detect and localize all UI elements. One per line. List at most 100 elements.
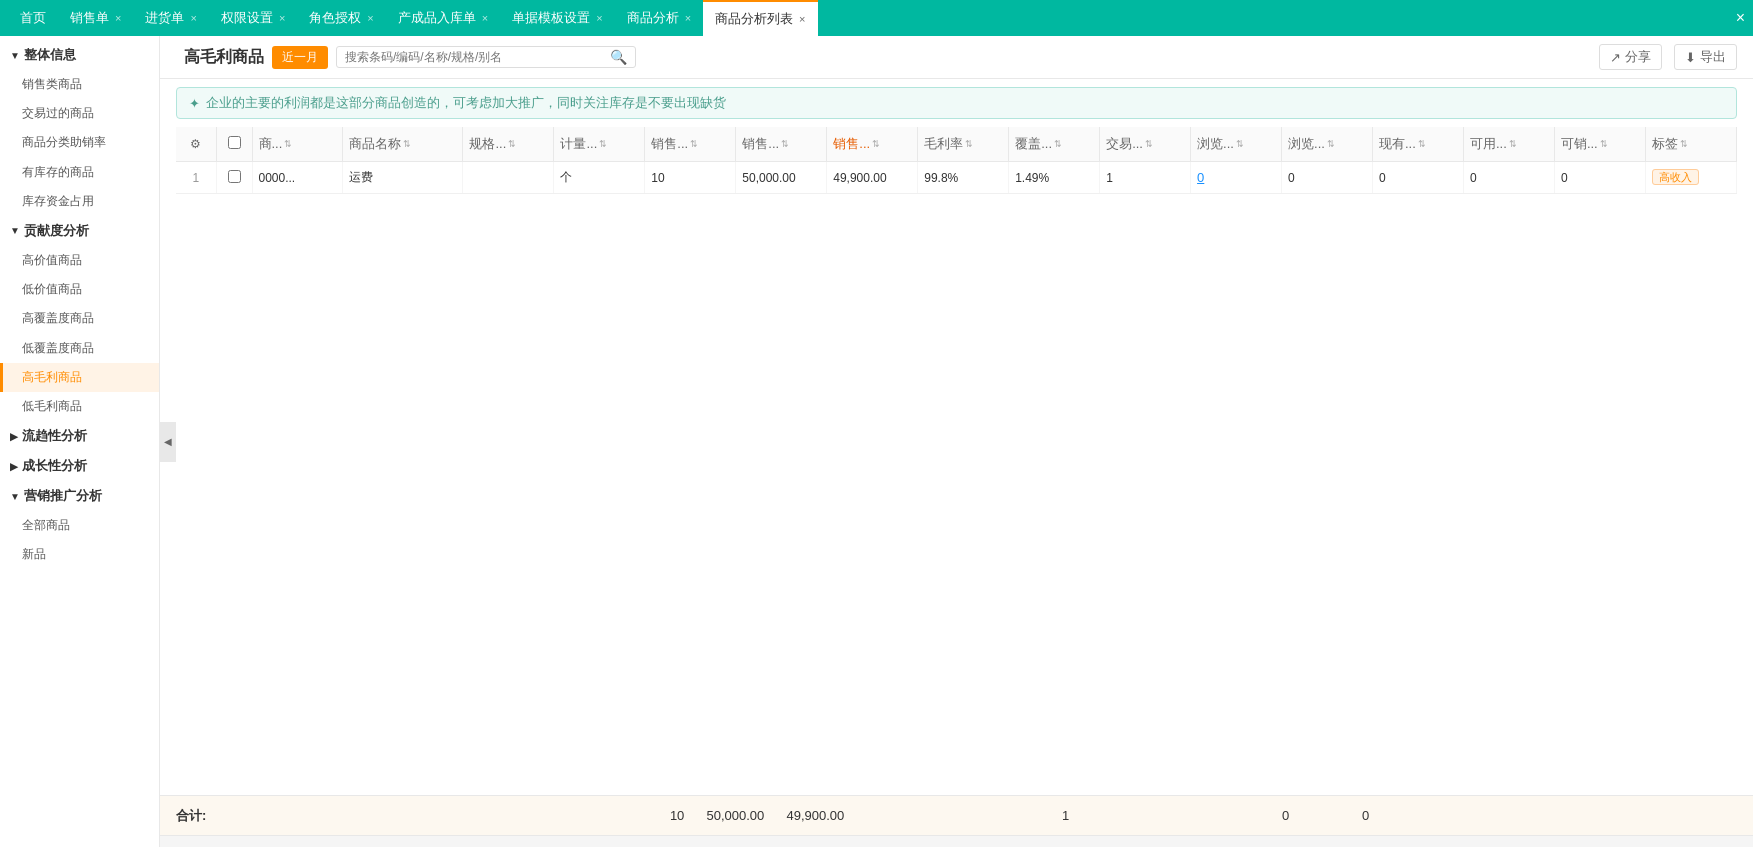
col-code[interactable]: 商...⇅: [252, 127, 343, 162]
row-checkbox[interactable]: [228, 170, 241, 183]
nav-product-analysis[interactable]: 商品分析 ×: [615, 0, 703, 36]
close-product-analysis-list-icon[interactable]: ×: [799, 13, 805, 25]
cell-current: 0: [1372, 162, 1463, 194]
col-view2[interactable]: 浏览...⇅: [1282, 127, 1373, 162]
cell-name[interactable]: 运费: [343, 162, 463, 194]
nav-template[interactable]: 单据模板设置 ×: [500, 0, 614, 36]
share-icon: ↗: [1610, 50, 1621, 65]
table-footer: 合计: 10 50,000.00 49,900.00 1 0 0: [160, 795, 1753, 835]
sidebar-item-in-stock[interactable]: 有库存的商品: [0, 158, 159, 187]
share-button[interactable]: ↗ 分享: [1599, 44, 1662, 70]
col-settings[interactable]: ⚙: [176, 127, 216, 162]
content-area: ◀ 高毛利商品 近一月 🔍 ↗ 分享 ⬇ 导出 ✦ 企: [160, 36, 1753, 847]
cell-tag: 高收入: [1645, 162, 1736, 194]
nav-permission[interactable]: 权限设置 ×: [209, 0, 297, 36]
col-coverage[interactable]: 覆盖...⇅: [1009, 127, 1100, 162]
cell-view1[interactable]: 0: [1191, 162, 1282, 194]
sidebar-section-contribution[interactable]: ▼ 贡献度分析: [0, 216, 159, 246]
sidebar-section-overall[interactable]: ▼ 整体信息: [0, 40, 159, 70]
export-icon: ⬇: [1685, 50, 1696, 65]
sidebar-item-capital[interactable]: 库存资金占用: [0, 187, 159, 216]
alert-text: 企业的主要的利润都是这部分商品创造的，可考虑加大推广，同时关注库存是不要出现缺货: [206, 94, 726, 112]
close-product-analysis-icon[interactable]: ×: [685, 12, 691, 24]
col-tag[interactable]: 标签⇅: [1645, 127, 1736, 162]
sidebar-section-growth[interactable]: ▶ 成长性分析: [0, 451, 159, 481]
footer-current: 0: [1215, 808, 1295, 823]
cell-sales-cost: 49,900.00: [827, 162, 918, 194]
alert-icon: ✦: [189, 96, 200, 111]
sidebar-section-flow[interactable]: ▶ 流趋性分析: [0, 421, 159, 451]
filter-recent-button[interactable]: 近一月: [272, 46, 328, 69]
col-unit[interactable]: 计量...⇅: [554, 127, 645, 162]
arrow-marketing-icon: ▼: [10, 491, 20, 502]
col-checkbox[interactable]: [216, 127, 252, 162]
nav-close-all-button[interactable]: ×: [1736, 9, 1745, 27]
sidebar-item-high-coverage[interactable]: 高覆盖度商品: [0, 304, 159, 333]
cell-available: 0: [1463, 162, 1554, 194]
top-nav: 首页 销售单 × 进货单 × 权限设置 × 角色授权 × 产成品入库单 × 单据…: [0, 0, 1753, 36]
search-box: 🔍: [336, 46, 636, 68]
close-template-icon[interactable]: ×: [596, 12, 602, 24]
table-body: 1 0000... 运费 个 10 50,000.00 49,900.00 99…: [176, 162, 1737, 194]
header-actions: ↗ 分享 ⬇ 导出: [1599, 44, 1737, 70]
close-product-inbound-icon[interactable]: ×: [482, 12, 488, 24]
sidebar-item-category-rate[interactable]: 商品分类助销率: [0, 128, 159, 157]
nav-role[interactable]: 角色授权 ×: [297, 0, 385, 36]
table-row: 1 0000... 运费 个 10 50,000.00 49,900.00 99…: [176, 162, 1737, 194]
sidebar-section-marketing[interactable]: ▼ 营销推广分析: [0, 481, 159, 511]
sidebar-item-high-margin[interactable]: 高毛利商品: [0, 363, 159, 392]
footer-sales-amt: 50,000.00: [690, 808, 770, 823]
sidebar-item-traded-goods[interactable]: 交易过的商品: [0, 99, 159, 128]
cell-checkbox[interactable]: [216, 162, 252, 194]
close-sales-icon[interactable]: ×: [115, 12, 121, 24]
nav-product-analysis-list[interactable]: 商品分析列表 ×: [703, 0, 817, 36]
arrow-overall-icon: ▼: [10, 50, 20, 61]
search-input[interactable]: [345, 50, 610, 64]
col-sales-amt[interactable]: 销售...⇅: [736, 127, 827, 162]
footer-available: 0: [1295, 808, 1375, 823]
cell-gross-margin: 99.8%: [918, 162, 1009, 194]
footer-sales-qty: 10: [610, 808, 690, 823]
col-current[interactable]: 现有...⇅: [1372, 127, 1463, 162]
sidebar-item-low-margin[interactable]: 低毛利商品: [0, 392, 159, 421]
select-all-checkbox[interactable]: [228, 136, 241, 149]
nav-purchase[interactable]: 进货单 ×: [133, 0, 208, 36]
close-permission-icon[interactable]: ×: [279, 12, 285, 24]
nav-product-inbound[interactable]: 产成品入库单 ×: [386, 0, 500, 36]
sidebar-item-new-goods[interactable]: 新品: [0, 540, 159, 569]
sidebar-item-sales-goods[interactable]: 销售类商品: [0, 70, 159, 99]
cell-coverage: 1.49%: [1009, 162, 1100, 194]
footer-trade: 1: [995, 808, 1075, 823]
export-button[interactable]: ⬇ 导出: [1674, 44, 1737, 70]
cell-index: 1: [176, 162, 216, 194]
sidebar-collapse-button[interactable]: ◀: [160, 422, 176, 462]
col-sellable[interactable]: 可销...⇅: [1554, 127, 1645, 162]
sidebar: ▼ 整体信息 销售类商品 交易过的商品 商品分类助销率 有库存的商品 库存资金占…: [0, 36, 160, 847]
alert-bar: ✦ 企业的主要的利润都是这部分商品创造的，可考虑加大推广，同时关注库存是不要出现…: [176, 87, 1737, 119]
nav-home[interactable]: 首页: [8, 0, 58, 36]
sidebar-item-high-value[interactable]: 高价值商品: [0, 246, 159, 275]
col-name[interactable]: 商品名称⇅: [343, 127, 463, 162]
sidebar-item-all-goods[interactable]: 全部商品: [0, 511, 159, 540]
col-sales-qty[interactable]: 销售...⇅: [645, 127, 736, 162]
nav-sales[interactable]: 销售单 ×: [58, 0, 133, 36]
sidebar-item-low-value[interactable]: 低价值商品: [0, 275, 159, 304]
close-role-icon[interactable]: ×: [367, 12, 373, 24]
col-gross-margin[interactable]: 毛利率⇅: [918, 127, 1009, 162]
col-spec[interactable]: 规格...⇅: [463, 127, 554, 162]
col-available[interactable]: 可用...⇅: [1463, 127, 1554, 162]
cell-spec: [463, 162, 554, 194]
col-sales-cost[interactable]: 销售...⇅: [827, 127, 918, 162]
cell-sales-amt: 50,000.00: [736, 162, 827, 194]
arrow-growth-icon: ▶: [10, 461, 18, 472]
col-view1[interactable]: 浏览...⇅: [1191, 127, 1282, 162]
sidebar-item-low-coverage[interactable]: 低覆盖度商品: [0, 334, 159, 363]
cell-code: 0000...: [252, 162, 343, 194]
bottom-scrollbar[interactable]: [160, 835, 1753, 847]
search-icon: 🔍: [610, 49, 627, 65]
page-title: 高毛利商品: [184, 47, 264, 68]
data-table: ⚙ 商...⇅ 商品名称⇅ 规格...⇅ 计量...⇅: [176, 127, 1737, 194]
col-trade[interactable]: 交易...⇅: [1100, 127, 1191, 162]
cell-trade: 1: [1100, 162, 1191, 194]
close-purchase-icon[interactable]: ×: [190, 12, 196, 24]
